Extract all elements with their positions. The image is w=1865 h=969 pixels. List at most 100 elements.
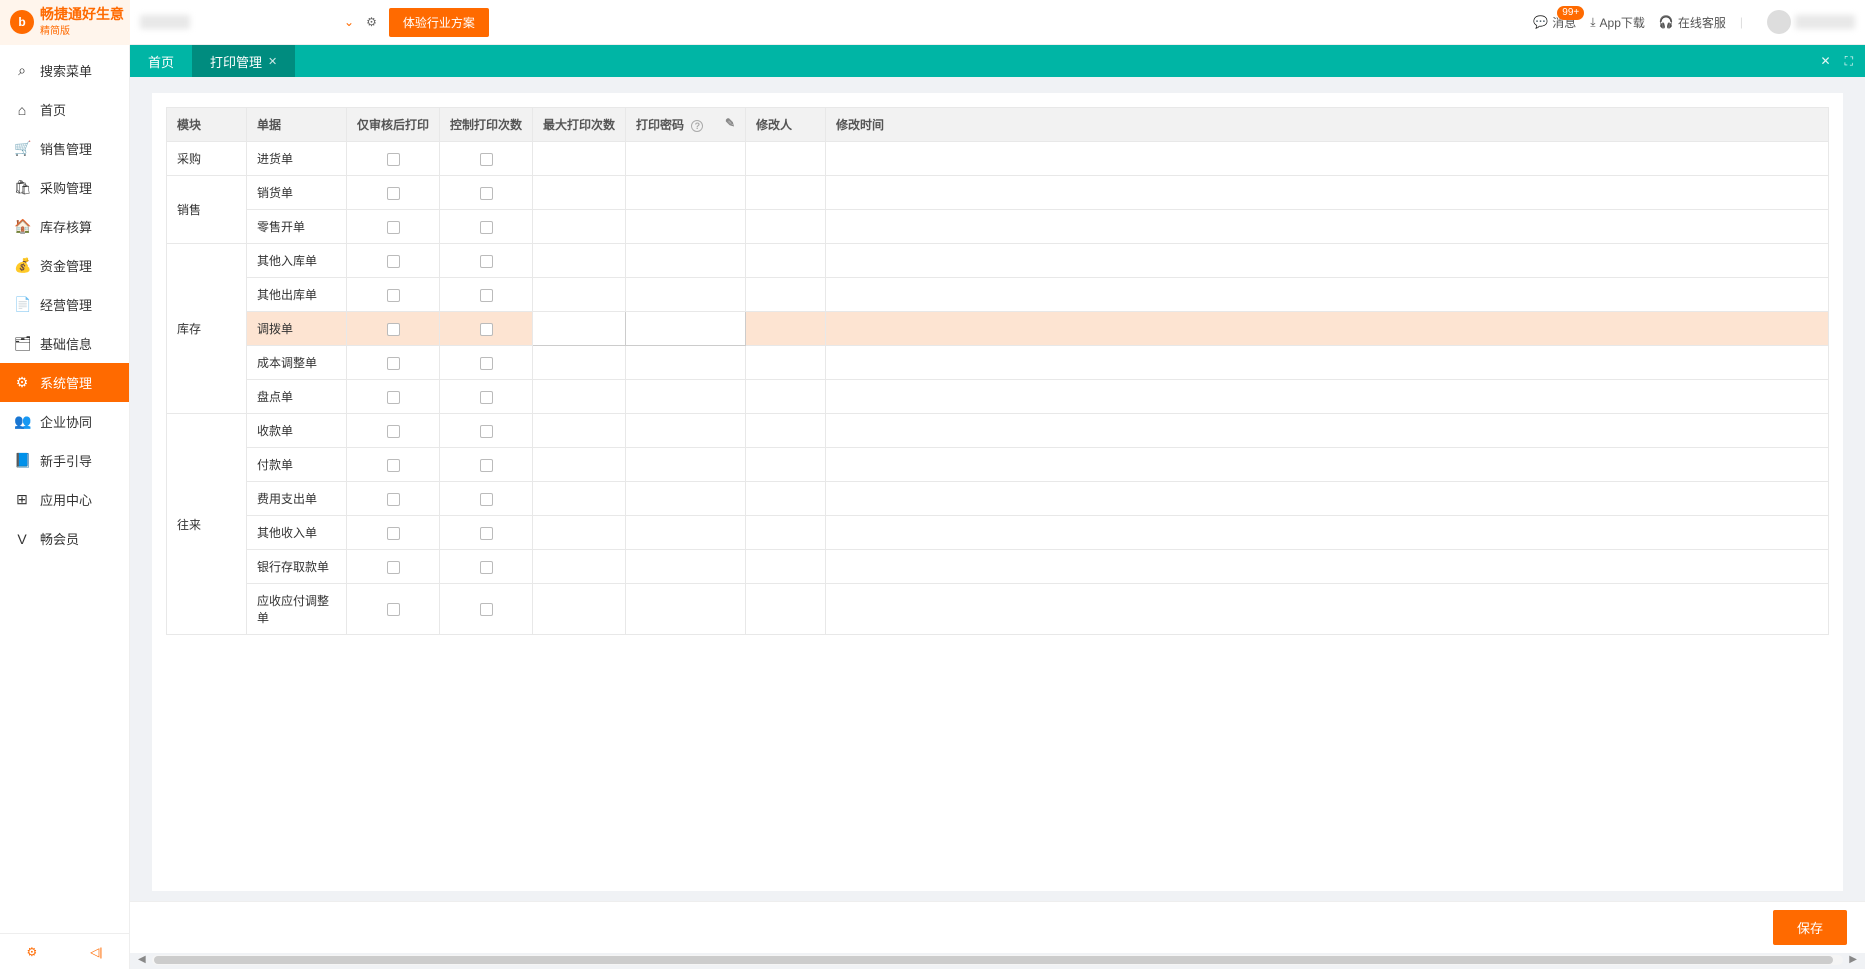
tenant-selector[interactable]: ⌄ [140,15,354,29]
th-audit-only: 仅审核后打印 [347,108,440,142]
sidebar-item-member[interactable]: V畅会员 [0,519,129,558]
checkbox[interactable] [387,561,400,574]
checkbox[interactable] [480,255,493,268]
doc-cell: 费用支出单 [247,482,347,516]
doc-cell: 零售开单 [247,210,347,244]
modify-time-cell [826,176,1829,210]
th-modifier: 修改人 [746,108,826,142]
checkbox[interactable] [480,391,493,404]
checkbox[interactable] [387,459,400,472]
max-count-input[interactable] [535,317,623,341]
collapse-sidebar-icon[interactable]: ◁| [90,945,102,959]
audit-only-cell [347,550,440,584]
checkbox[interactable] [480,153,493,166]
table-row: 往来收款单 [167,414,1829,448]
close-all-tabs-icon[interactable]: ✕ [1821,54,1831,68]
password-input[interactable] [628,317,743,341]
module-cell: 往来 [167,414,247,635]
scroll-right-icon[interactable]: ▶ [1849,954,1857,965]
message-icon: 💬 [1533,15,1548,29]
sidebar-item-sales[interactable]: 🛒销售管理 [0,129,129,168]
checkbox[interactable] [480,221,493,234]
sidebar-item-inventory[interactable]: 🏠库存核算 [0,207,129,246]
checkbox[interactable] [387,425,400,438]
headset-icon: 🎧 [1659,15,1674,29]
scroll-left-icon[interactable]: ◀ [138,954,146,965]
checkbox[interactable] [387,357,400,370]
checkbox[interactable] [480,187,493,200]
control-count-cell [440,210,533,244]
fullscreen-icon[interactable]: ⛶ [1845,54,1853,69]
modify-time-cell [826,448,1829,482]
control-count-cell [440,482,533,516]
sidebar-item-funds[interactable]: 💰资金管理 [0,246,129,285]
sidebar-item-search-menu[interactable]: ⌕搜索菜单 [0,51,129,90]
checkbox[interactable] [480,527,493,540]
modifier-cell [746,380,826,414]
max-count-cell [533,312,626,346]
checkbox[interactable] [387,153,400,166]
user-profile[interactable] [1757,10,1855,34]
print-settings-panel: 模块 单据 仅审核后打印 控制打印次数 最大打印次数 打印密码 ? ✎ [152,93,1843,891]
tab-1[interactable]: 打印管理✕ [192,45,295,77]
audit-only-cell [347,448,440,482]
checkbox[interactable] [480,459,493,472]
footer-settings-icon[interactable]: ⚙ [26,945,37,959]
max-count-cell [533,482,626,516]
edit-column-icon[interactable]: ✎ [725,116,735,130]
sidebar-item-system[interactable]: ⚙系统管理 [0,363,129,402]
messages-badge: 99+ [1557,6,1584,20]
messages-link[interactable]: 💬 消息 99+ [1533,14,1576,31]
checkbox[interactable] [480,493,493,506]
settings-gear-icon[interactable]: ⚙ [366,15,377,29]
module-cell: 采购 [167,142,247,176]
checkbox[interactable] [480,561,493,574]
max-count-cell [533,278,626,312]
modify-time-cell [826,482,1829,516]
th-modify-time: 修改时间 [826,108,1829,142]
checkbox[interactable] [480,425,493,438]
divider: | [1740,15,1743,29]
th-doc: 单据 [247,108,347,142]
app-download-link[interactable]: ⤓ App下载 [1590,14,1645,31]
checkbox[interactable] [387,289,400,302]
sidebar-item-guide[interactable]: 📘新手引导 [0,441,129,480]
checkbox[interactable] [480,357,493,370]
sidebar-item-home[interactable]: ⌂首页 [0,90,129,129]
checkbox[interactable] [480,603,493,616]
checkbox[interactable] [387,255,400,268]
checkbox[interactable] [387,527,400,540]
checkbox[interactable] [387,603,400,616]
online-service-link[interactable]: 🎧 在线客服 [1659,14,1726,31]
app-download-label: App下载 [1600,14,1645,31]
checkbox[interactable] [387,493,400,506]
help-icon[interactable]: ? [691,120,703,132]
checkbox[interactable] [480,323,493,336]
tab-close-icon[interactable]: ✕ [268,55,277,68]
sales-icon: 🛒 [14,140,30,157]
sidebar-item-basic[interactable]: 🗂基础信息 [0,324,129,363]
sidebar-item-label: 系统管理 [40,373,92,392]
doc-cell: 销货单 [247,176,347,210]
max-count-cell [533,584,626,635]
checkbox[interactable] [387,391,400,404]
sidebar-item-collab[interactable]: 👥企业协同 [0,402,129,441]
checkbox[interactable] [387,221,400,234]
checkbox[interactable] [387,187,400,200]
max-count-cell [533,176,626,210]
sidebar-item-purchase[interactable]: 🛍采购管理 [0,168,129,207]
sidebar-item-apps[interactable]: ⊞应用中心 [0,480,129,519]
horizontal-scrollbar[interactable]: ◀ ▶ [152,955,1843,965]
industry-plan-button[interactable]: 体验行业方案 [389,8,489,37]
audit-only-cell [347,142,440,176]
download-icon: ⤓ [1590,15,1595,30]
save-button[interactable]: 保存 [1773,910,1847,945]
control-count-cell [440,584,533,635]
sidebar-item-operation[interactable]: 📄经营管理 [0,285,129,324]
checkbox[interactable] [387,323,400,336]
checkbox[interactable] [480,289,493,302]
tab-0[interactable]: 首页 [130,45,192,77]
modify-time-cell [826,380,1829,414]
sidebar-item-label: 基础信息 [40,334,92,353]
password-cell [626,176,746,210]
